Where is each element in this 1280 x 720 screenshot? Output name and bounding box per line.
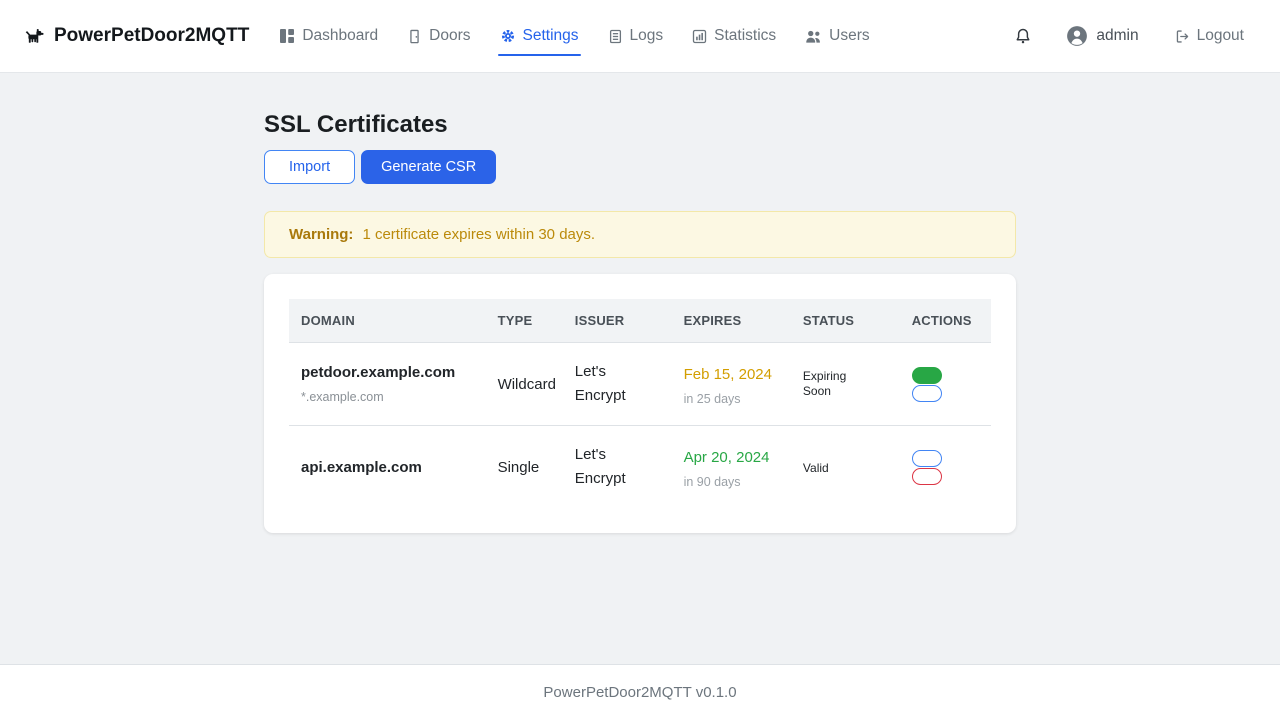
people-icon xyxy=(805,28,822,45)
page-footer: PowerPetDoor2MQTT v0.1.0 xyxy=(0,664,1280,720)
domain-name: api.example.com xyxy=(301,458,422,476)
nav-item-label: Logs xyxy=(629,27,664,44)
warning-alert: Warning: 1 certificate expires within 30 … xyxy=(264,211,1016,258)
expires-date: Apr 20, 2024 xyxy=(683,448,770,466)
toolbar: Import Generate CSR xyxy=(264,150,1016,184)
expires-relative: in 90 days xyxy=(683,474,741,489)
table-row: petdoor.example.com *.example.com Wildca… xyxy=(289,342,991,426)
cell-type: Wildcard xyxy=(485,342,563,426)
main-nav: Dashboard Doors Settings Logs Statistics… xyxy=(279,0,870,72)
status-badge: Valid xyxy=(802,460,829,475)
table-row: api.example.com Single Let's Encrypt Apr… xyxy=(289,425,991,508)
nav-item-label: Doors xyxy=(429,27,471,44)
nav-item-doors[interactable]: Doors xyxy=(407,0,471,72)
nav-item-dashboard[interactable]: Dashboard xyxy=(279,0,378,72)
nav-item-settings[interactable]: Settings xyxy=(497,0,581,72)
cell-status: Valid xyxy=(790,425,900,508)
domain-name: petdoor.example.com xyxy=(301,364,456,381)
cell-type: Single xyxy=(485,425,563,508)
cert-action-button-secondary[interactable] xyxy=(911,384,942,402)
brand-title: PowerPetDoor2MQTT xyxy=(54,25,250,46)
nav-item-statistics[interactable]: Statistics xyxy=(692,0,776,72)
cell-expires: Feb 15, 2024 in 25 days xyxy=(671,342,791,426)
certificates-card: DOMAIN TYPE ISSUER EXPIRES STATUS ACTION… xyxy=(264,274,1016,533)
nav-item-label: Users xyxy=(829,27,870,44)
footer-text: PowerPetDoor2MQTT v0.1.0 xyxy=(543,684,737,701)
header-expires: EXPIRES xyxy=(671,299,791,343)
person-circle-icon xyxy=(1066,25,1088,47)
top-navbar: PowerPetDoor2MQTT Dashboard Doors Settin… xyxy=(0,0,1280,73)
cell-domain: api.example.com xyxy=(289,425,486,508)
cert-action-button-primary[interactable] xyxy=(911,367,942,384)
cell-expires: Apr 20, 2024 in 90 days xyxy=(671,425,791,508)
generate-csr-button[interactable]: Generate CSR xyxy=(361,150,497,184)
import-button[interactable]: Import xyxy=(264,150,356,184)
cell-actions xyxy=(899,342,991,426)
nav-item-users[interactable]: Users xyxy=(805,0,870,72)
brand[interactable]: PowerPetDoor2MQTT xyxy=(24,25,249,47)
cell-issuer: Let's Encrypt xyxy=(562,425,672,508)
nav-item-logs[interactable]: Logs xyxy=(608,0,664,72)
dog-icon xyxy=(24,26,45,47)
cell-status: Expiring Soon xyxy=(790,342,900,426)
cell-actions xyxy=(899,425,991,508)
table-header-row: DOMAIN TYPE ISSUER EXPIRES STATUS ACTION… xyxy=(289,299,991,343)
journal-icon xyxy=(608,29,623,44)
nav-item-label: Statistics xyxy=(714,27,777,44)
user-menu[interactable]: admin xyxy=(1066,25,1139,47)
header-type: TYPE xyxy=(485,299,563,343)
navbar-right: admin Logout xyxy=(1010,23,1250,50)
main-content: SSL Certificates Import Generate CSR War… xyxy=(0,73,1280,664)
page-title: SSL Certificates xyxy=(264,111,448,138)
warning-message: 1 certificate expires within 30 days. xyxy=(362,226,596,243)
nav-item-label: Settings xyxy=(522,27,579,44)
header-status: STATUS xyxy=(790,299,900,343)
issuer-name: Let's Encrypt xyxy=(574,363,626,404)
cell-domain: petdoor.example.com *.example.com xyxy=(289,342,486,426)
gear-icon xyxy=(500,28,516,44)
logout-button[interactable]: Logout xyxy=(1169,26,1250,46)
issuer-name: Let's Encrypt xyxy=(574,446,626,487)
bell-icon[interactable] xyxy=(1010,23,1036,50)
domain-alt-name: *.example.com xyxy=(301,390,384,404)
door-icon xyxy=(407,29,422,44)
username: admin xyxy=(1096,27,1139,44)
bar-chart-icon xyxy=(692,29,707,44)
warning-label: Warning: xyxy=(289,226,354,243)
expires-relative: in 25 days xyxy=(683,391,741,406)
status-badge: Expiring Soon xyxy=(802,369,847,398)
header-domain: DOMAIN xyxy=(289,299,486,343)
expires-date: Feb 15, 2024 xyxy=(683,365,772,383)
header-actions: ACTIONS xyxy=(899,299,991,343)
logout-label: Logout xyxy=(1196,27,1244,44)
grid-icon xyxy=(279,28,295,44)
header-issuer: ISSUER xyxy=(562,299,672,343)
logout-icon xyxy=(1175,29,1190,44)
cert-action-button-delete[interactable] xyxy=(911,467,942,485)
certificates-table: DOMAIN TYPE ISSUER EXPIRES STATUS ACTION… xyxy=(289,299,991,508)
cell-issuer: Let's Encrypt xyxy=(562,342,672,426)
nav-item-label: Dashboard xyxy=(302,27,379,44)
cert-action-button-primary[interactable] xyxy=(911,450,942,467)
